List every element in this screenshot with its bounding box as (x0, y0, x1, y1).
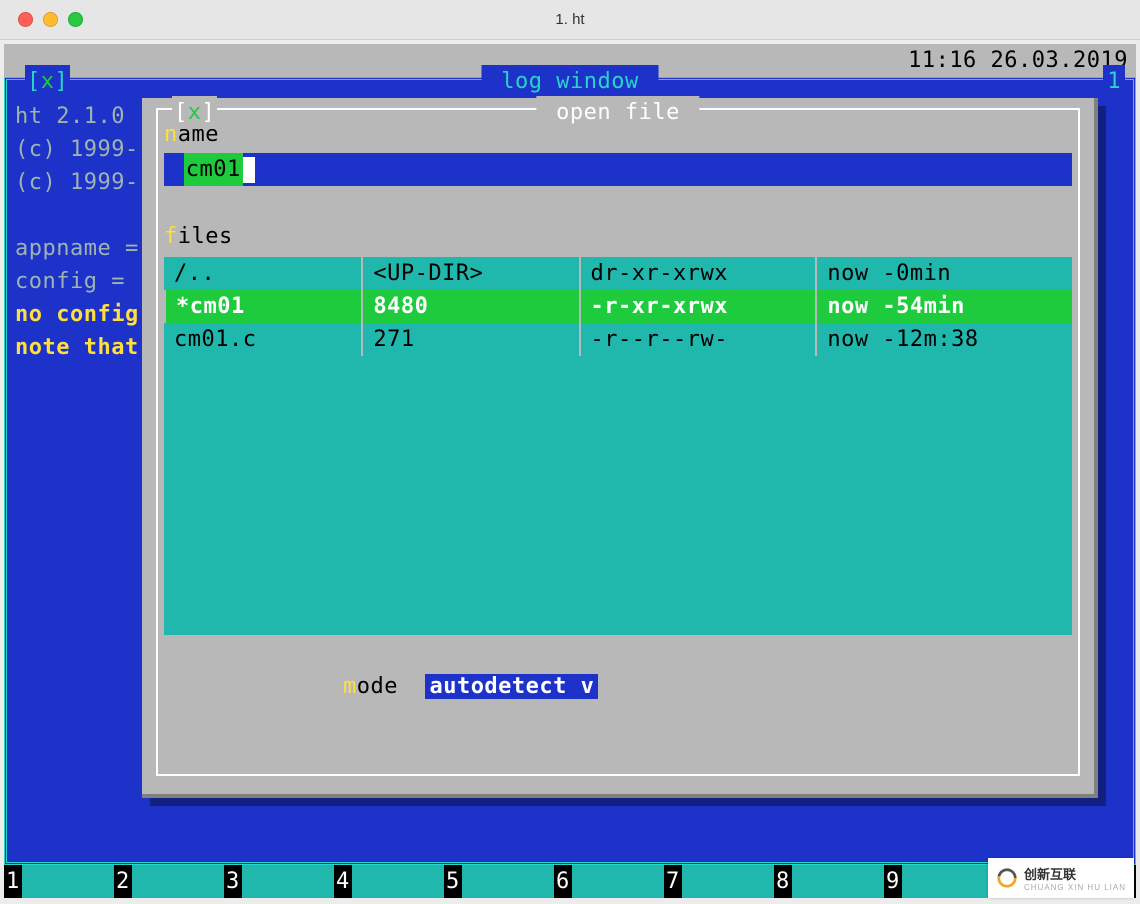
dialog-frame: [x] open file name cm01 files (156, 108, 1080, 776)
dialog-close[interactable]: [x] (172, 96, 217, 129)
watermark-py: CHUANG XIN HU LIAN (1024, 883, 1126, 892)
file-list[interactable]: /.. <UP-DIR> dr-xr-xrwx now -0min *cm01 … (164, 257, 1072, 635)
fn-5[interactable]: 5 (444, 865, 554, 898)
fn-9[interactable]: 9 (884, 865, 994, 898)
function-bar[interactable]: 1 2 3 4 5 6 7 8 9 (4, 865, 1136, 898)
open-file-dialog[interactable]: [x] open file name cm01 files (142, 98, 1098, 798)
file-name: cm01.c (164, 323, 361, 356)
file-size: 271 (361, 323, 578, 356)
fn-3[interactable]: 3 (224, 865, 334, 898)
file-time: now -54min (815, 290, 1072, 323)
file-name: /.. (164, 257, 361, 290)
fn-8[interactable]: 8 (774, 865, 884, 898)
window-titlebar: 1. ht (0, 0, 1140, 40)
log-window-close[interactable]: [x] (25, 65, 70, 98)
fn-7[interactable]: 7 (664, 865, 774, 898)
log-window: [x] log window 1 ht 2.1.0 (c) 1999- (c) … (4, 77, 1136, 865)
file-row-selected[interactable]: *cm01 8480 -r-xr-xrwx now -54min (164, 290, 1072, 323)
file-name: *cm01 (164, 290, 361, 323)
file-perms: -r--r--rw- (579, 323, 816, 356)
watermark-cn: 创新互联 (1024, 864, 1126, 883)
log-text: ht 2.1.0 (c) 1999- (c) 1999- appname = c… (15, 100, 139, 364)
name-input-value[interactable]: cm01 (184, 153, 243, 186)
log-window-title: log window (482, 65, 659, 98)
mode-select[interactable]: autodetect v (425, 674, 598, 699)
text-cursor (243, 157, 255, 183)
mode-row: mode autodetect v (178, 637, 598, 736)
file-size: <UP-DIR> (361, 257, 578, 290)
file-size: 8480 (361, 290, 578, 323)
file-perms: dr-xr-xrwx (579, 257, 816, 290)
dialog-title: open file (536, 96, 699, 129)
log-window-frame: [x] log window 1 ht 2.1.0 (c) 1999- (c) … (4, 77, 1136, 865)
terminal: File Edit Windows Help 11:16 26.03.2019 … (4, 44, 1136, 898)
file-row-parent[interactable]: /.. <UP-DIR> dr-xr-xrwx now -0min (164, 257, 1072, 290)
log-window-index: 1 (1103, 65, 1125, 98)
watermark: 创新互联 CHUANG XIN HU LIAN (988, 858, 1134, 898)
fn-1[interactable]: 1 (4, 865, 114, 898)
file-time: now -0min (815, 257, 1072, 290)
watermark-icon (996, 867, 1018, 889)
file-perms: -r-xr-xrwx (579, 290, 816, 323)
fn-6[interactable]: 6 (554, 865, 664, 898)
name-input[interactable]: cm01 (164, 153, 1072, 186)
fn-2[interactable]: 2 (114, 865, 224, 898)
fn-4[interactable]: 4 (334, 865, 444, 898)
file-row[interactable]: cm01.c 271 -r--r--rw- now -12m:38 (164, 323, 1072, 356)
window-title: 1. ht (0, 11, 1140, 28)
files-label: files (164, 220, 1072, 253)
file-time: now -12m:38 (815, 323, 1072, 356)
